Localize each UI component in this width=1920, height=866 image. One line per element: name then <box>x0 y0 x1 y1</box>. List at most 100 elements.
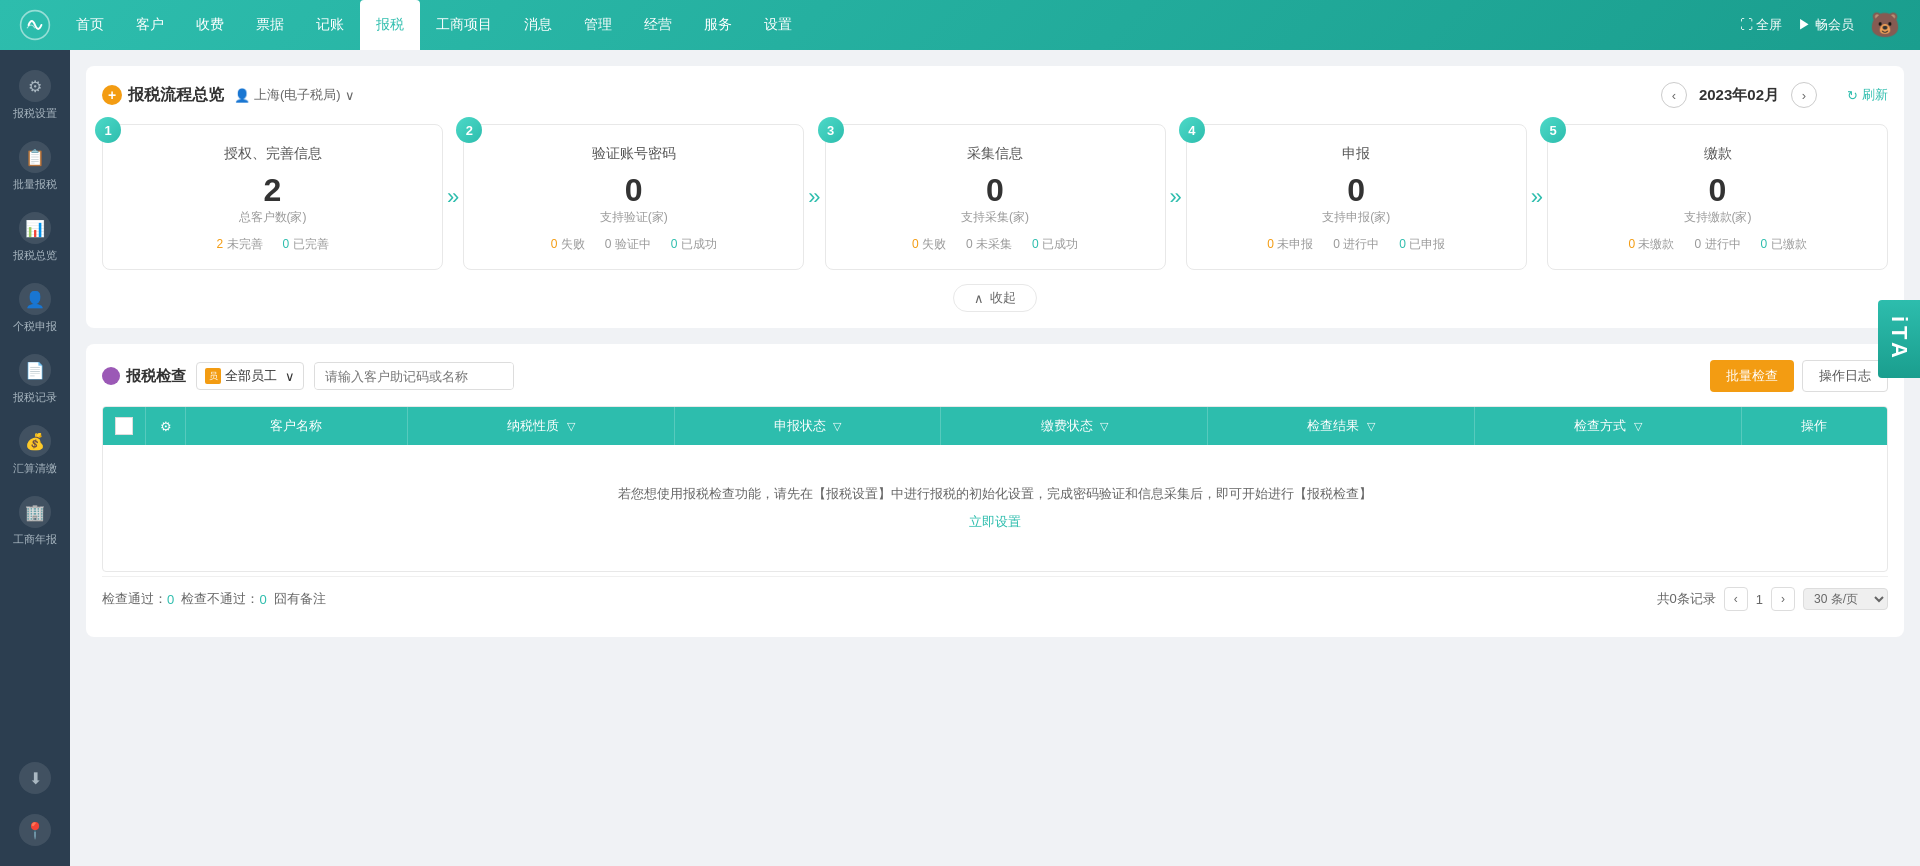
filter-icon-1[interactable]: ▽ <box>567 420 575 432</box>
step-5-count: 0 <box>1564 171 1871 209</box>
nav-fee[interactable]: 收费 <box>180 0 240 50</box>
check-table: ⚙ 客户名称 纳税性质 ▽ 申报状态 ▽ <box>103 407 1887 445</box>
search-input[interactable] <box>315 364 503 389</box>
search-btn[interactable]: 🔍 <box>503 363 514 389</box>
month-nav: ‹ 2023年02月 › <box>1661 82 1817 108</box>
pass-label: 检查通过： <box>102 590 167 608</box>
staff-icon: 员 <box>205 368 221 384</box>
filter-icon-3[interactable]: ▽ <box>1100 420 1108 432</box>
table-footer: 检查通过： 0 检查不通过： 0 囧有备注 共0条记录 ‹ 1 › 30 条/页… <box>102 576 1888 621</box>
download-icon: ⬇ <box>19 762 51 794</box>
nav-client[interactable]: 客户 <box>120 0 180 50</box>
filter-icon-5[interactable]: ▽ <box>1634 420 1642 432</box>
step-4-num: 4 <box>1179 117 1205 143</box>
arrow-2: » <box>804 124 824 270</box>
location-tag[interactable]: 👤 上海(电子税局) ∨ <box>234 86 355 104</box>
table-scroll: 若您想使用报税检查功能，请先在【报税设置】中进行报税的初始化设置，完成密码验证和… <box>103 445 1887 571</box>
check-actions: 批量检查 操作日志 <box>1710 360 1888 392</box>
refresh-icon: ↻ <box>1847 88 1858 103</box>
col-declare-status: 申报状态 ▽ <box>674 407 941 445</box>
col-check-result: 检查结果 ▽ <box>1208 407 1475 445</box>
step-1-card: 1 授权、完善信息 2 总客户数(家) 2 未完善 0 已完善 <box>102 124 443 270</box>
step-5-num: 5 <box>1540 117 1566 143</box>
step-2-stat-2-val: 0 <box>671 237 678 251</box>
overview-panel: + 报税流程总览 👤 上海(电子税局) ∨ ‹ 2023年02月 › ↻ 刷新 <box>86 66 1904 328</box>
arrow-4: » <box>1527 124 1547 270</box>
pagination: 共0条记录 ‹ 1 › 30 条/页50 条/页100 条/页 <box>1657 587 1888 611</box>
sidebar-item-annual-report[interactable]: 🏢 工商年报 <box>0 486 70 557</box>
sidebar-item-tax-records[interactable]: 📄 报税记录 <box>0 344 70 415</box>
collapse-row: ∧ 收起 <box>102 284 1888 312</box>
select-all-checkbox[interactable] <box>115 417 133 435</box>
ita-badge[interactable]: iTA <box>1878 300 1920 378</box>
logo[interactable] <box>10 0 60 50</box>
overview-header: + 报税流程总览 👤 上海(电子税局) ∨ ‹ 2023年02月 › ↻ 刷新 <box>102 82 1888 108</box>
step-4-title: 申报 <box>1203 145 1510 163</box>
collapse-btn[interactable]: ∧ 收起 <box>953 284 1037 312</box>
member-btn[interactable]: ▶ 畅会员 <box>1798 16 1854 34</box>
prev-page-btn[interactable]: ‹ <box>1724 587 1748 611</box>
batch-check-btn[interactable]: 批量检查 <box>1710 360 1794 392</box>
nav-industry[interactable]: 工商项目 <box>420 0 508 50</box>
sidebar-item-personal-tax[interactable]: 👤 个税申报 <box>0 273 70 344</box>
operation-log-btn[interactable]: 操作日志 <box>1802 360 1888 392</box>
step-4-count: 0 <box>1203 171 1510 209</box>
nav-message[interactable]: 消息 <box>508 0 568 50</box>
chevron-down-icon: ∨ <box>345 88 355 103</box>
page-size-select[interactable]: 30 条/页50 条/页100 条/页 <box>1803 588 1888 610</box>
nav-right: ⛶ 全屏 ▶ 畅会员 🐻 <box>1740 11 1900 39</box>
sidebar-item-settlement[interactable]: 💰 汇算清缴 <box>0 415 70 486</box>
chevron-up-icon: ∧ <box>974 291 984 306</box>
remark-label: 囧有备注 <box>274 590 326 608</box>
nav-manage[interactable]: 管理 <box>568 0 628 50</box>
step-3-sub: 支持采集(家) <box>842 209 1149 226</box>
sidebar-item-tax-overview[interactable]: 📊 报税总览 <box>0 202 70 273</box>
sidebar-item-label: 个税申报 <box>13 319 57 334</box>
nav-operation[interactable]: 经营 <box>628 0 688 50</box>
location-person-icon: 👤 <box>234 88 250 103</box>
col-check-method: 检查方式 ▽ <box>1475 407 1742 445</box>
sidebar-item-batch-tax[interactable]: 📋 批量报税 <box>0 131 70 202</box>
setup-link[interactable]: 立即设置 <box>123 513 1867 531</box>
col-pay-status: 缴费状态 ▽ <box>941 407 1208 445</box>
fail-label: 检查不通过： <box>181 590 259 608</box>
step-5-stats: 0 未缴款 0 进行中 0 已缴款 <box>1564 236 1871 253</box>
nav-home[interactable]: 首页 <box>60 0 120 50</box>
prev-month-btn[interactable]: ‹ <box>1661 82 1687 108</box>
next-page-btn[interactable]: › <box>1771 587 1795 611</box>
sidebar-location[interactable]: 📍 <box>0 804 70 856</box>
step-4-card: 4 申报 0 支持申报(家) 0 未申报 0 进行中 0 已申报 <box>1186 124 1527 270</box>
sidebar-item-label: 工商年报 <box>13 532 57 547</box>
step-2-card: 2 验证账号密码 0 支持验证(家) 0 失败 0 验证中 0 已成功 <box>463 124 804 270</box>
next-month-btn[interactable]: › <box>1791 82 1817 108</box>
step-2-num: 2 <box>456 117 482 143</box>
nav-settings[interactable]: 设置 <box>748 0 808 50</box>
overview-title: + 报税流程总览 <box>102 85 224 106</box>
step-1-stat-0-val: 2 <box>216 237 223 251</box>
sidebar-download[interactable]: ⬇ <box>0 752 70 804</box>
filter-icon-4[interactable]: ▽ <box>1367 420 1375 432</box>
nav-bookkeeping[interactable]: 记账 <box>300 0 360 50</box>
staff-select[interactable]: 员 全部员工 ∨ <box>196 362 304 390</box>
settlement-icon: 💰 <box>19 425 51 457</box>
arrow-3: » <box>1166 124 1186 270</box>
fullscreen-btn[interactable]: ⛶ 全屏 <box>1740 16 1783 34</box>
nav-invoice[interactable]: 票据 <box>240 0 300 50</box>
tax-records-icon: 📄 <box>19 354 51 386</box>
total-label: 共0条记录 <box>1657 590 1716 608</box>
nav-service[interactable]: 服务 <box>688 0 748 50</box>
nav-tax[interactable]: 报税 <box>360 0 420 50</box>
step-1-title: 授权、完善信息 <box>119 145 426 163</box>
fail-count[interactable]: 0 <box>259 592 266 607</box>
step-4-sub: 支持申报(家) <box>1203 209 1510 226</box>
sidebar-item-label: 报税记录 <box>13 390 57 405</box>
pass-count[interactable]: 0 <box>167 592 174 607</box>
sidebar-bottom: ⬇ 📍 <box>0 752 70 866</box>
step-4-stats: 0 未申报 0 进行中 0 已申报 <box>1203 236 1510 253</box>
refresh-btn[interactable]: ↻ 刷新 <box>1847 86 1888 104</box>
avatar[interactable]: 🐻 <box>1870 11 1900 39</box>
settings-icon[interactable]: ⚙ <box>160 419 172 434</box>
sidebar-item-tax-settings[interactable]: ⚙ 报税设置 <box>0 60 70 131</box>
filter-icon-2[interactable]: ▽ <box>833 420 841 432</box>
step-1-sub: 总客户数(家) <box>119 209 426 226</box>
